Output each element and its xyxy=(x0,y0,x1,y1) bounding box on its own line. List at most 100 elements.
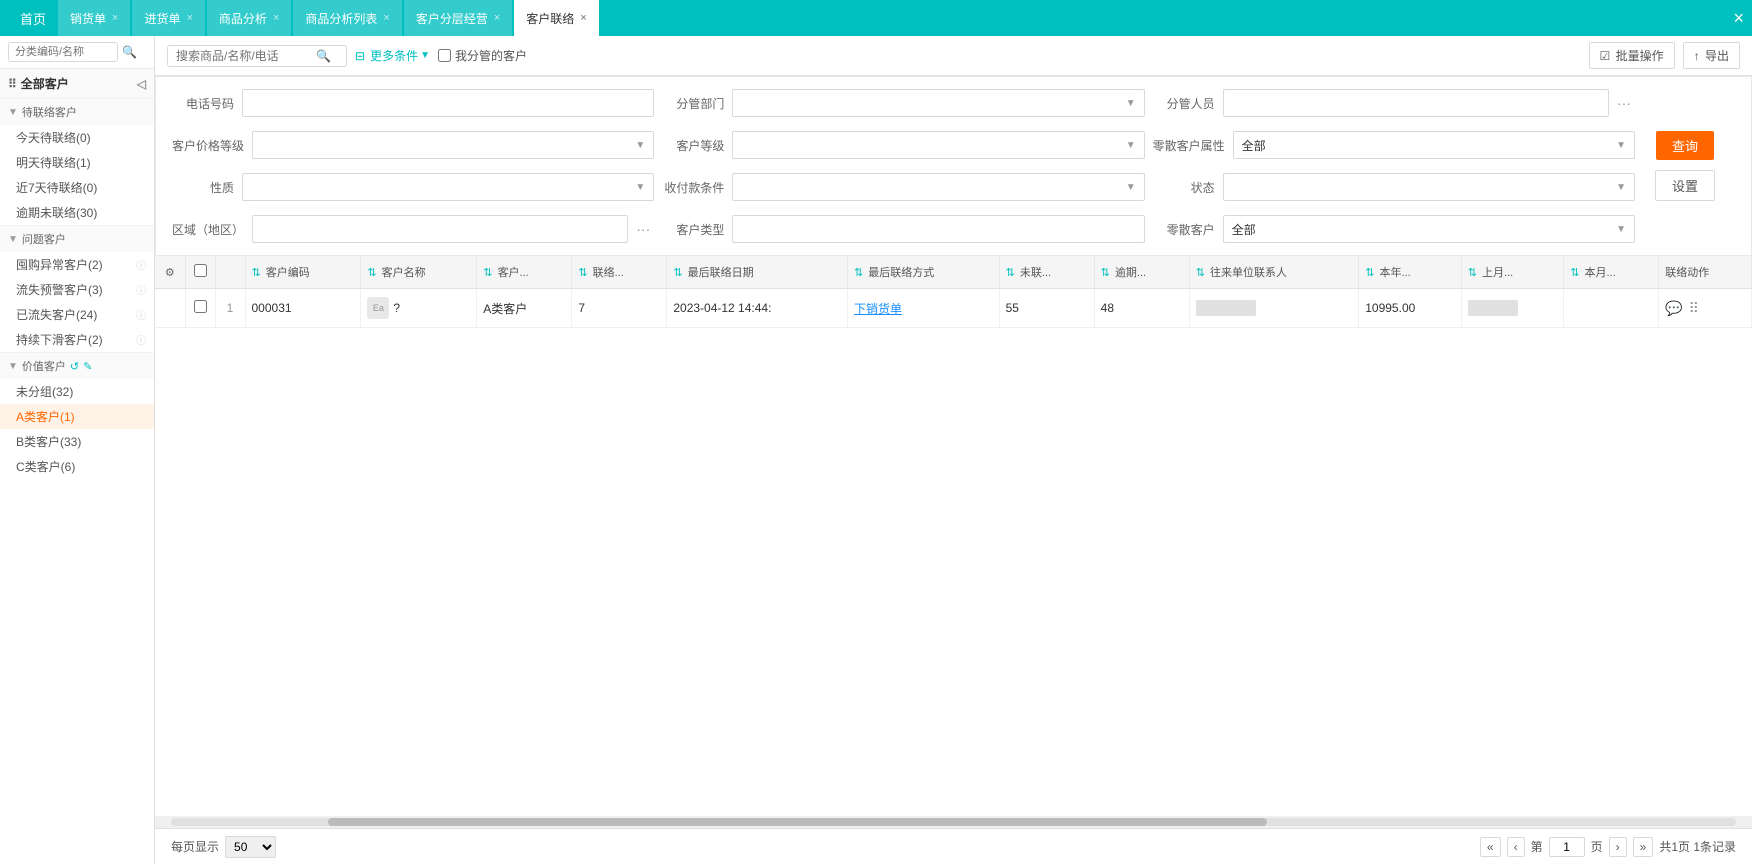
pagination-bar: 每页显示 50 100 200 « ‹ 第 页 › » 共1页 1条记录 xyxy=(155,828,1752,864)
sort-icon[interactable]: ⇅ xyxy=(252,267,261,279)
nav-tab-sales[interactable]: 销货单 × xyxy=(58,0,130,36)
next-page-button[interactable]: › xyxy=(1609,837,1627,857)
filter-person-input[interactable] xyxy=(1223,89,1609,117)
close-tab-customer-mgmt-icon[interactable]: × xyxy=(494,12,500,24)
main-search-input[interactable] xyxy=(176,49,316,63)
row-this-month-cell xyxy=(1564,289,1659,328)
sidebar-group-problem[interactable]: ▼ 问题客户 xyxy=(0,225,154,252)
nav-tab-customer-mgmt[interactable]: 客户分层经营 × xyxy=(404,0,512,36)
filter-sparse-customer-select[interactable]: 全部 ▼ xyxy=(1223,215,1635,243)
close-tab-purchase-icon[interactable]: × xyxy=(186,12,192,24)
page-size-select[interactable]: 50 100 200 xyxy=(225,836,276,858)
filter-nature-select[interactable]: ▼ xyxy=(242,173,654,201)
row-this-year-cell: 10995.00 xyxy=(1359,289,1462,328)
my-customers-check[interactable] xyxy=(438,49,451,62)
prev-page-button[interactable]: ‹ xyxy=(1507,837,1525,857)
filter-sparse-customer-label: 零散客户 xyxy=(1153,221,1223,238)
sidebar-item-unclassified[interactable]: 未分组(32) xyxy=(0,379,154,404)
filter-row-4: 区域（地区） ··· 客户类型 零散客户 全部 ▼ xyxy=(172,211,1635,247)
first-page-button[interactable]: « xyxy=(1480,837,1501,857)
qr-action-icon[interactable]: ⠿ xyxy=(1689,300,1699,317)
sidebar-search-icon[interactable]: 🔍 xyxy=(122,45,137,59)
sort-icon-12[interactable]: ⇅ xyxy=(1570,267,1579,279)
last-method-link[interactable]: 下销货单 xyxy=(854,302,902,316)
page-number-input[interactable] xyxy=(1549,837,1585,857)
sort-icon-5[interactable]: ⇅ xyxy=(673,267,682,279)
filter-customer-grade-label: 客户等级 xyxy=(662,137,732,154)
row-checkbox[interactable] xyxy=(194,300,207,313)
top-nav: 首页 销货单 × 进货单 × 商品分析 × 商品分析列表 × 客户分层经营 × … xyxy=(0,0,1752,36)
close-window-icon[interactable]: × xyxy=(1733,8,1744,29)
sort-icon-2[interactable]: ⇅ xyxy=(367,267,376,279)
sidebar-item-today[interactable]: 今天待联络(0) xyxy=(0,125,154,150)
filter-customer-type-input[interactable] xyxy=(732,215,1144,243)
more-conditions-btn[interactable]: ⊟ 更多条件 ▼ xyxy=(355,47,430,64)
row-contact-cell: 7 xyxy=(572,289,667,328)
filter-status-select[interactable]: ▼ xyxy=(1223,173,1635,201)
export-button[interactable]: ↑ 导出 xyxy=(1683,42,1740,69)
sidebar-item-tomorrow[interactable]: 明天待联络(1) xyxy=(0,150,154,175)
my-customers-checkbox[interactable]: 我分管的客户 xyxy=(438,47,527,64)
sort-icon-6[interactable]: ⇅ xyxy=(854,267,863,279)
sidebar-item-b-class[interactable]: B类客户(33) xyxy=(0,429,154,454)
filter-person-dots-icon[interactable]: ··· xyxy=(1613,95,1635,111)
sort-icon-4[interactable]: ⇅ xyxy=(578,267,587,279)
nav-tab-analysis-list[interactable]: 商品分析列表 × xyxy=(293,0,401,36)
sort-icon-9[interactable]: ⇅ xyxy=(1196,267,1205,279)
nav-tab-customer-contact[interactable]: 客户联络 × xyxy=(514,0,598,36)
sidebar-search-bar: 🔍 xyxy=(0,36,154,69)
sidebar-item-a-class[interactable]: A类客户(1) xyxy=(0,404,154,429)
filter-sparse-attr-field: 零散客户属性 全部 ▼ xyxy=(1153,131,1635,159)
filter-price-grade-field: 客户价格等级 ▼ xyxy=(172,131,654,159)
nav-tab-purchase[interactable]: 进货单 × xyxy=(132,0,204,36)
close-tab-customer-contact-icon[interactable]: × xyxy=(580,12,586,24)
sidebar-all-customers-header[interactable]: ⠿ 全部客户 ◁ xyxy=(0,69,154,98)
sidebar-item-c-class[interactable]: C类客户(6) xyxy=(0,454,154,479)
filter-sparse-attr-select[interactable]: 全部 ▼ xyxy=(1233,131,1635,159)
query-button[interactable]: 查询 xyxy=(1656,131,1714,160)
scrollbar-thumb[interactable] xyxy=(328,818,1267,826)
arrow-down-icon-3: ▼ xyxy=(8,361,18,372)
nav-home[interactable]: 首页 xyxy=(8,9,58,28)
filter-dept-select[interactable]: ▼ xyxy=(732,89,1144,117)
table-checkbox-header xyxy=(185,256,215,289)
sidebar-search-input[interactable] xyxy=(8,42,118,62)
edit-group-icon[interactable]: ✎ xyxy=(83,360,92,373)
close-tab-analysis-icon[interactable]: × xyxy=(273,12,279,24)
message-action-icon[interactable]: 💬 xyxy=(1665,300,1682,317)
sort-icon-8[interactable]: ⇅ xyxy=(1101,267,1110,279)
filter-customer-grade-select[interactable]: ▼ xyxy=(732,131,1144,159)
sort-icon-3[interactable]: ⇅ xyxy=(483,267,492,279)
last-page-button[interactable]: » xyxy=(1633,837,1654,857)
table-gear-header[interactable]: ⚙ xyxy=(155,256,185,289)
refresh-icon[interactable]: ↺ xyxy=(70,360,79,373)
table-header-row: ⚙ ⇅ 客户编码 ⇅ 客户名称 xyxy=(155,256,1752,289)
sidebar-item-churn-warning[interactable]: 流失预警客户(3) ⓘ xyxy=(0,277,154,302)
sort-icon-11[interactable]: ⇅ xyxy=(1468,267,1477,279)
filter-phone-input[interactable] xyxy=(242,89,654,117)
sidebar-item-overdue[interactable]: 逾期未联络(30) xyxy=(0,200,154,225)
sidebar-item-hoarding[interactable]: 囤购异常客户(2) ⓘ xyxy=(0,252,154,277)
filter-price-grade-select[interactable]: ▼ xyxy=(252,131,654,159)
set-button[interactable]: 设置 xyxy=(1655,170,1715,201)
sidebar-group-value[interactable]: ▼ 价值客户 ↺ ✎ xyxy=(0,352,154,379)
sidebar-group-pending[interactable]: ▼ 待联络客户 xyxy=(0,98,154,125)
sidebar-item-churned[interactable]: 已流失客户(24) ⓘ xyxy=(0,302,154,327)
collapse-sidebar-icon[interactable]: ◁ xyxy=(137,77,146,91)
batch-ops-button[interactable]: ☑ 批量操作 xyxy=(1589,42,1675,69)
close-tab-sales-icon[interactable]: × xyxy=(112,12,118,24)
select-all-checkbox[interactable] xyxy=(194,264,207,277)
sort-icon-7[interactable]: ⇅ xyxy=(1006,267,1015,279)
main-search-icon[interactable]: 🔍 xyxy=(316,49,331,63)
horizontal-scrollbar[interactable] xyxy=(155,816,1752,828)
close-tab-analysis-list-icon[interactable]: × xyxy=(383,12,389,24)
filter-region-input[interactable] xyxy=(252,215,628,243)
content-area: 🔍 ⊟ 更多条件 ▼ 我分管的客户 ☑ 批量操作 ↑ 导 xyxy=(155,36,1752,864)
filter-status-label: 状态 xyxy=(1153,179,1223,196)
nav-tab-analysis[interactable]: 商品分析 × xyxy=(207,0,291,36)
filter-region-dots-icon[interactable]: ··· xyxy=(632,221,654,237)
sidebar-item-7days[interactable]: 近7天待联络(0) xyxy=(0,175,154,200)
sidebar-item-declining[interactable]: 持续下滑客户(2) ⓘ xyxy=(0,327,154,352)
sort-icon-10[interactable]: ⇅ xyxy=(1365,267,1374,279)
filter-payment-select[interactable]: ▼ xyxy=(732,173,1144,201)
